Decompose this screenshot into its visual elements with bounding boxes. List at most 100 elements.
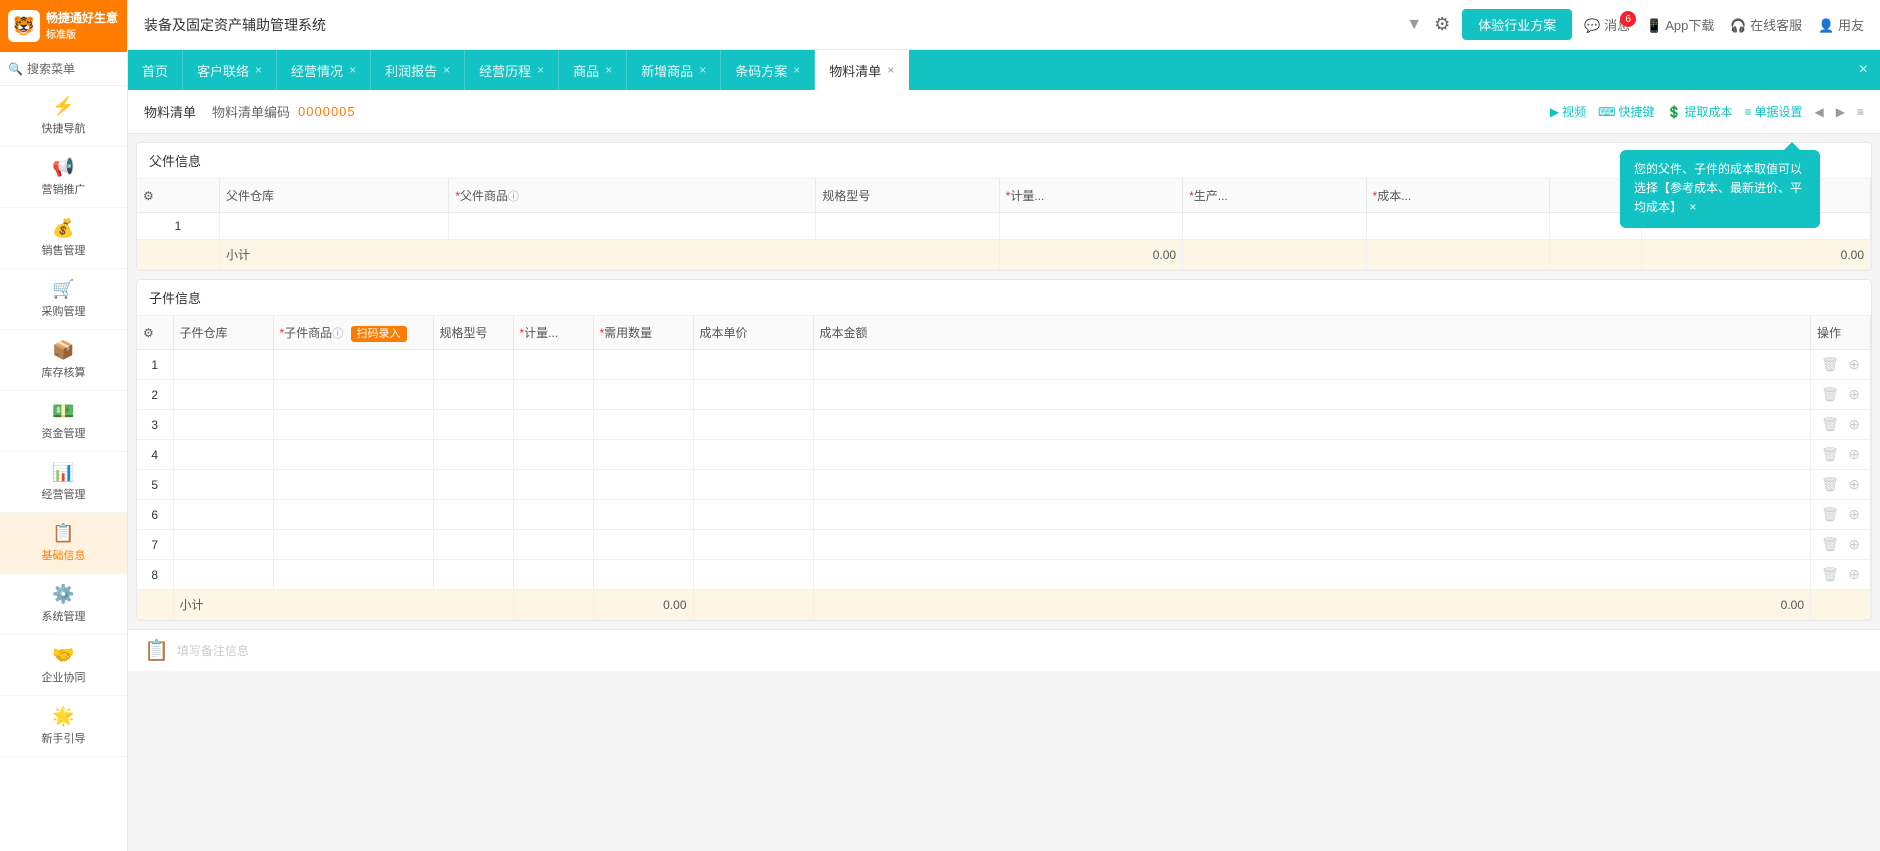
tab-history-close[interactable]: ×: [537, 63, 544, 77]
sidebar-item-guide[interactable]: 🌟 新手引导: [0, 696, 127, 757]
child-cell-spec-3[interactable]: [433, 410, 513, 440]
child-cell-spec-8[interactable]: [433, 560, 513, 590]
action-settings[interactable]: ≡ 单据设置: [1744, 103, 1802, 120]
sidebar-item-marketing[interactable]: 📢 营销推广: [0, 147, 127, 208]
child-cell-qty-3[interactable]: [593, 410, 693, 440]
tab-new-goods-close[interactable]: ×: [699, 63, 706, 77]
child-cell-goods-8[interactable]: [273, 560, 433, 590]
child-cell-price-3[interactable]: [693, 410, 813, 440]
tooltip-close-button[interactable]: ×: [1689, 200, 1696, 214]
child-cell-warehouse-6[interactable]: [173, 500, 273, 530]
tab-bom-close[interactable]: ×: [887, 63, 894, 77]
tab-goods-close[interactable]: ×: [605, 63, 612, 77]
sidebar-item-finance[interactable]: 💵 资金管理: [0, 391, 127, 452]
tab-profit-close[interactable]: ×: [443, 63, 450, 77]
parent-cell-production-1[interactable]: [1183, 213, 1366, 240]
sidebar-item-purchase[interactable]: 🛒 采购管理: [0, 269, 127, 330]
parent-cell-unit-1[interactable]: [999, 213, 1182, 240]
action-view[interactable]: ▶ 视频: [1550, 103, 1586, 120]
tab-home[interactable]: 首页: [128, 50, 183, 90]
child-cell-unit-2[interactable]: [513, 380, 593, 410]
child-cell-goods-3[interactable]: [273, 410, 433, 440]
child-cell-spec-2[interactable]: [433, 380, 513, 410]
sidebar-item-quick-nav[interactable]: ⚡ 快捷导航: [0, 86, 127, 147]
delete-icon-2[interactable]: 🗑: [1818, 386, 1842, 402]
copy-icon-4[interactable]: ⊕: [1845, 446, 1863, 462]
child-cell-unit-6[interactable]: [513, 500, 593, 530]
tab-barcode[interactable]: 条码方案 ×: [721, 50, 815, 90]
child-cell-unit-3[interactable]: [513, 410, 593, 440]
delete-icon-6[interactable]: 🗑: [1818, 506, 1842, 522]
settings-icon[interactable]: ⚙: [1434, 14, 1450, 35]
child-cell-spec-1[interactable]: [433, 350, 513, 380]
child-th-gear[interactable]: ⚙: [137, 316, 173, 350]
sidebar-item-system[interactable]: ⚙️ 系统管理: [0, 574, 127, 635]
copy-icon-3[interactable]: ⊕: [1845, 416, 1863, 432]
sidebar-item-inventory[interactable]: 📦 库存核算: [0, 330, 127, 391]
child-cell-spec-5[interactable]: [433, 470, 513, 500]
child-cell-qty-1[interactable]: [593, 350, 693, 380]
child-cell-unit-7[interactable]: [513, 530, 593, 560]
child-cell-unit-5[interactable]: [513, 470, 593, 500]
child-cell-warehouse-4[interactable]: [173, 440, 273, 470]
child-cell-goods-6[interactable]: [273, 500, 433, 530]
delete-icon-4[interactable]: 🗑: [1818, 446, 1842, 462]
child-cell-spec-7[interactable]: [433, 530, 513, 560]
copy-icon-1[interactable]: ⊕: [1845, 356, 1863, 372]
sidebar-item-enterprise[interactable]: 🤝 企业协同: [0, 635, 127, 696]
sidebar-item-operations[interactable]: 📊 经营管理: [0, 452, 127, 513]
sidebar-item-basic-info[interactable]: 📋 基础信息: [0, 513, 127, 574]
child-cell-qty-2[interactable]: [593, 380, 693, 410]
scan-badge[interactable]: 扫码录入: [351, 326, 407, 342]
copy-icon-8[interactable]: ⊕: [1845, 566, 1863, 582]
tab-barcode-close[interactable]: ×: [793, 63, 800, 77]
child-cell-goods-2[interactable]: [273, 380, 433, 410]
parent-cell-warehouse-1[interactable]: [220, 213, 449, 240]
action-shortcut[interactable]: ⌨ 快捷键: [1598, 103, 1654, 120]
parent-th-gear[interactable]: ⚙: [137, 179, 220, 213]
child-cell-warehouse-1[interactable]: [173, 350, 273, 380]
tab-bom[interactable]: 物料清单 ×: [815, 50, 909, 90]
nav-next[interactable]: ▶: [1836, 105, 1845, 119]
tab-operations[interactable]: 经营情况 ×: [277, 50, 371, 90]
tab-new-goods[interactable]: 新增商品 ×: [627, 50, 721, 90]
tab-operations-close[interactable]: ×: [349, 63, 356, 77]
child-cell-qty-6[interactable]: [593, 500, 693, 530]
system-dropdown-icon[interactable]: ▼: [1406, 16, 1422, 34]
child-cell-price-7[interactable]: [693, 530, 813, 560]
child-cell-warehouse-7[interactable]: [173, 530, 273, 560]
delete-icon-3[interactable]: 🗑: [1818, 416, 1842, 432]
child-cell-price-4[interactable]: [693, 440, 813, 470]
action-cost[interactable]: 💲 提取成本: [1667, 103, 1733, 120]
trial-button[interactable]: 体验行业方案: [1462, 9, 1572, 40]
delete-icon-1[interactable]: 🗑: [1818, 356, 1842, 372]
copy-icon-5[interactable]: ⊕: [1845, 476, 1863, 492]
user-avatar[interactable]: 👤 用友: [1818, 15, 1864, 34]
tab-customer[interactable]: 客户联络 ×: [183, 50, 277, 90]
parent-cell-cost-1[interactable]: [1366, 213, 1549, 240]
child-cell-warehouse-8[interactable]: [173, 560, 273, 590]
child-cell-price-5[interactable]: [693, 470, 813, 500]
child-cell-qty-8[interactable]: [593, 560, 693, 590]
bottom-hint[interactable]: 填写备注信息: [177, 642, 249, 659]
list-view-icon[interactable]: ≡: [1857, 105, 1864, 119]
child-cell-qty-7[interactable]: [593, 530, 693, 560]
app-download-button[interactable]: 📱 App下载: [1646, 15, 1714, 34]
tab-history[interactable]: 经营历程 ×: [465, 50, 559, 90]
copy-icon-7[interactable]: ⊕: [1845, 536, 1863, 552]
child-cell-qty-4[interactable]: [593, 440, 693, 470]
child-cell-goods-7[interactable]: [273, 530, 433, 560]
child-cell-unit-4[interactable]: [513, 440, 593, 470]
copy-icon-2[interactable]: ⊕: [1845, 386, 1863, 402]
child-cell-goods-5[interactable]: [273, 470, 433, 500]
child-cell-unit-1[interactable]: [513, 350, 593, 380]
child-cell-warehouse-5[interactable]: [173, 470, 273, 500]
sidebar-search[interactable]: 🔍 搜索菜单: [0, 52, 127, 86]
child-cell-spec-4[interactable]: [433, 440, 513, 470]
child-cell-spec-6[interactable]: [433, 500, 513, 530]
child-cell-price-1[interactable]: [693, 350, 813, 380]
child-cell-goods-1[interactable]: [273, 350, 433, 380]
child-cell-price-6[interactable]: [693, 500, 813, 530]
nav-prev[interactable]: ◀: [1815, 105, 1824, 119]
child-cell-goods-4[interactable]: [273, 440, 433, 470]
